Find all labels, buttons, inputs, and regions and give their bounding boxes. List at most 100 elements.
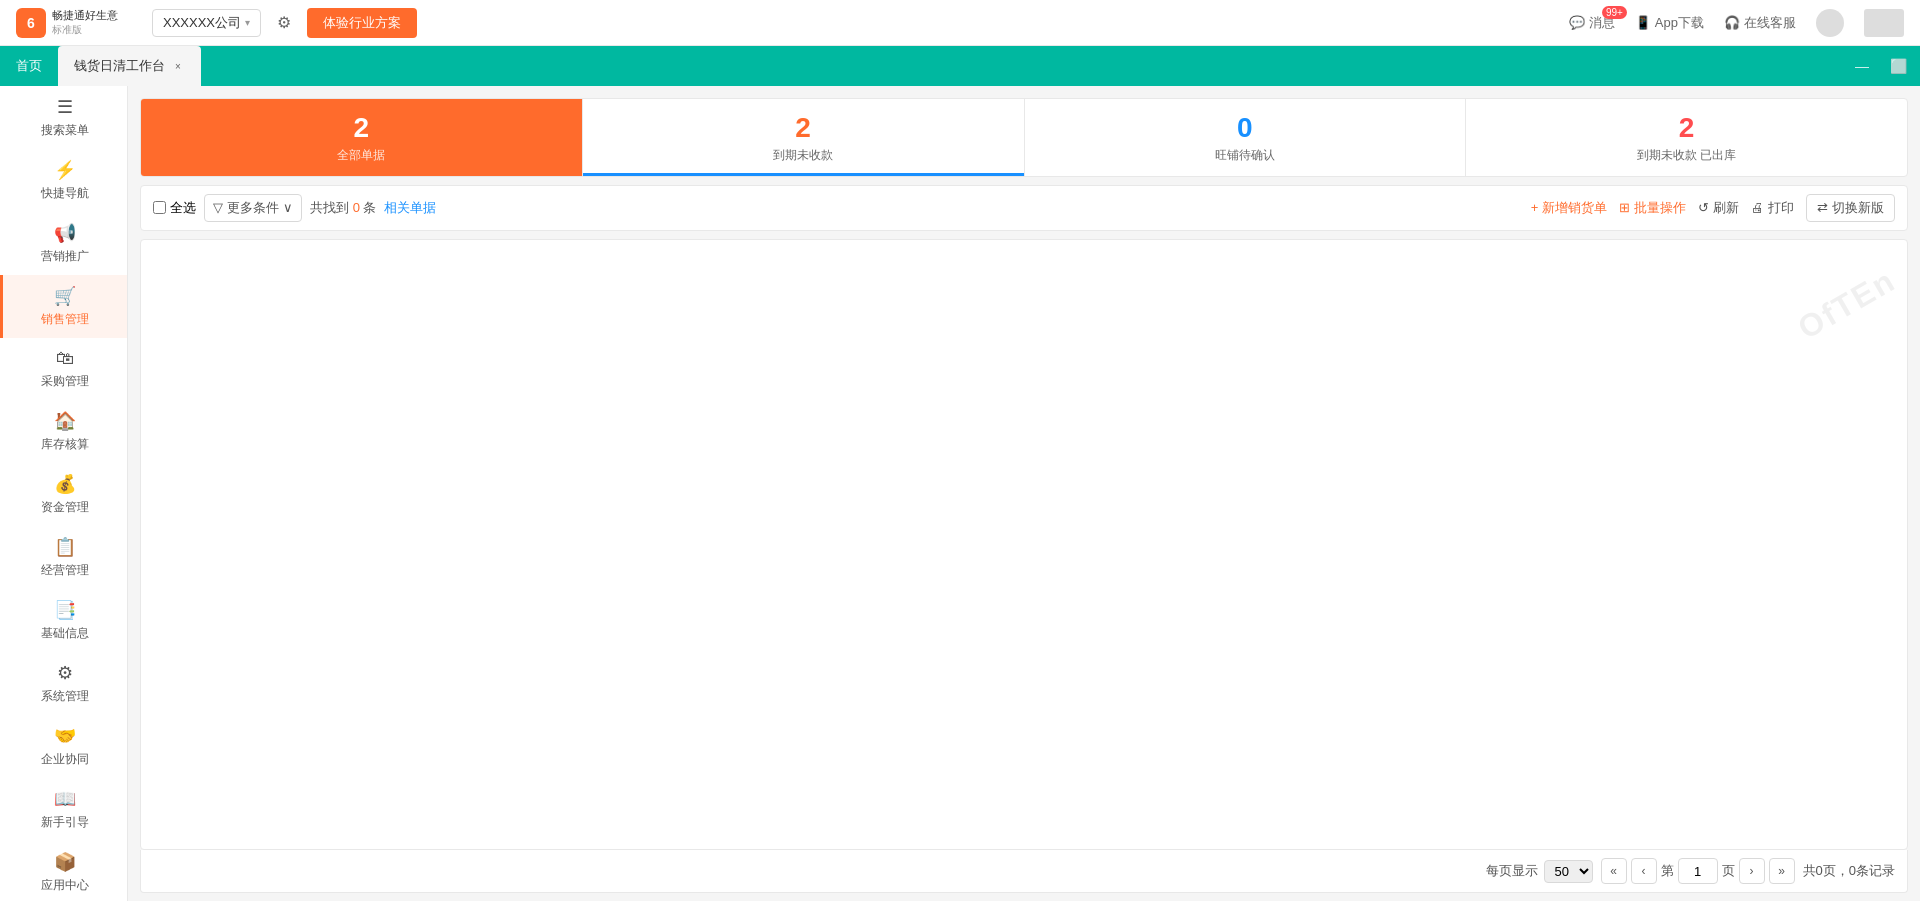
stat-label-overdue: 到期未收款: [773, 147, 833, 164]
stat-card-overdue[interactable]: 2 到期未收款: [583, 99, 1025, 176]
download-icon: 📱: [1635, 15, 1651, 30]
sidebar-item-system[interactable]: ⚙ 系统管理: [0, 652, 127, 715]
filter-icon: ▽: [213, 200, 223, 215]
sidebar-item-label: 基础信息: [41, 625, 89, 642]
app-center-icon: 📦: [54, 851, 76, 873]
sidebar-item-label: 销售管理: [41, 311, 89, 328]
sidebar: ☰ 搜索菜单 ⚡ 快捷导航 📢 营销推广 🛒 销售管理 🛍 采购管理 🏠 库存核…: [0, 86, 128, 901]
page-summary: 共0页，0条记录: [1803, 862, 1895, 880]
tab-home[interactable]: 首页: [0, 46, 58, 86]
sidebar-item-basic-info[interactable]: 📑 基础信息: [0, 589, 127, 652]
settings-button[interactable]: ⚙: [269, 8, 299, 38]
page-nav: « ‹ 第 页 › »: [1601, 858, 1795, 884]
stat-label-shipped: 到期未收款 已出库: [1637, 147, 1736, 164]
stats-row: 2 全部单据 2 到期未收款 0 旺铺待确认 2 到期未收款 已出库: [140, 98, 1908, 177]
basic-info-icon: 📑: [54, 599, 76, 621]
filter-arrow: ∨: [283, 200, 293, 215]
filter-label: 更多条件: [227, 199, 279, 217]
sidebar-item-label: 库存核算: [41, 436, 89, 453]
select-all-checkbox[interactable]: [153, 201, 166, 214]
dropdown-arrow: ▾: [245, 17, 250, 28]
batch-button[interactable]: ⊞ 批量操作: [1619, 199, 1686, 217]
sidebar-item-finance[interactable]: 💰 资金管理: [0, 463, 127, 526]
switch-version-button[interactable]: ⇄ 切换新版: [1806, 194, 1895, 222]
sidebar-item-label: 营销推广: [41, 248, 89, 265]
select-all-text: 全选: [170, 199, 196, 217]
per-page: 每页显示 50: [1486, 860, 1593, 883]
sidebar-item-search[interactable]: ☰ 搜索菜单: [0, 86, 127, 149]
operations-icon: 📋: [54, 536, 76, 558]
sidebar-item-purchase[interactable]: 🛍 采购管理: [0, 338, 127, 400]
new-sale-button[interactable]: + 新增销货单: [1531, 199, 1607, 217]
prev-page-button[interactable]: ‹: [1631, 858, 1657, 884]
per-page-label: 每页显示: [1486, 862, 1538, 880]
sidebar-item-operations[interactable]: 📋 经营管理: [0, 526, 127, 589]
sidebar-item-enterprise[interactable]: 🤝 企业协同: [0, 715, 127, 778]
last-page-button[interactable]: »: [1769, 858, 1795, 884]
trial-button[interactable]: 体验行业方案: [307, 8, 417, 38]
tab-indicator: [583, 173, 1024, 176]
nav-right-icons: — ⬜: [1848, 52, 1920, 80]
filter-button[interactable]: ▽ 更多条件 ∨: [204, 194, 302, 222]
select-all-label[interactable]: 全选: [153, 199, 196, 217]
sidebar-item-label: 采购管理: [41, 373, 89, 390]
sidebar-item-label: 资金管理: [41, 499, 89, 516]
inventory-icon: 🏠: [54, 410, 76, 432]
sidebar-item-label: 企业协同: [41, 751, 89, 768]
main-layout: ☰ 搜索菜单 ⚡ 快捷导航 📢 营销推广 🛒 销售管理 🛍 采购管理 🏠 库存核…: [0, 86, 1920, 901]
sidebar-item-quick-nav[interactable]: ⚡ 快捷导航: [0, 149, 127, 212]
sidebar-item-guide[interactable]: 📖 新手引导: [0, 778, 127, 841]
tab-close-button[interactable]: ×: [171, 59, 185, 73]
page-input[interactable]: [1678, 858, 1718, 884]
stat-card-all[interactable]: 2 全部单据: [141, 99, 583, 176]
finance-icon: 💰: [54, 473, 76, 495]
logo-icon: 6: [16, 8, 46, 38]
sidebar-item-label: 搜索菜单: [41, 122, 89, 139]
avatar[interactable]: [1816, 9, 1844, 37]
sidebar-item-label: 新手引导: [41, 814, 89, 831]
app-title: 畅捷通好生意: [52, 8, 118, 22]
stat-number-all: 2: [354, 111, 370, 145]
next-page-button[interactable]: ›: [1739, 858, 1765, 884]
tab-minimize-icon[interactable]: —: [1848, 52, 1876, 80]
tab-active[interactable]: 钱货日清工作台 ×: [58, 46, 201, 86]
tab-maximize-icon[interactable]: ⬜: [1884, 52, 1912, 80]
user-name-placeholder: [1864, 9, 1904, 37]
message-icon: 💬: [1569, 15, 1585, 30]
company-selector[interactable]: XXXXXX公司 ▾: [152, 9, 261, 37]
online-service-button[interactable]: 🎧 在线客服: [1724, 14, 1796, 32]
sidebar-item-label: 应用中心: [41, 877, 89, 894]
stat-number-wangpu: 0: [1237, 111, 1253, 145]
refresh-button[interactable]: ↺ 刷新: [1698, 199, 1739, 217]
first-page-button[interactable]: «: [1601, 858, 1627, 884]
stat-card-wangpu[interactable]: 0 旺铺待确认: [1025, 99, 1467, 176]
stat-card-shipped[interactable]: 2 到期未收款 已出库: [1466, 99, 1907, 176]
sidebar-item-marketing[interactable]: 📢 营销推广: [0, 212, 127, 275]
page-label: 第: [1661, 862, 1674, 880]
related-link[interactable]: 相关单据: [384, 199, 436, 217]
print-button[interactable]: 🖨 打印: [1751, 199, 1794, 217]
purchase-icon: 🛍: [56, 348, 74, 369]
sidebar-item-sales[interactable]: 🛒 销售管理: [0, 275, 127, 338]
top-bar: 6 畅捷通好生意 标准版 XXXXXX公司 ▾ ⚙ 体验行业方案 💬 消息 99…: [0, 0, 1920, 46]
service-icon: 🎧: [1724, 15, 1740, 30]
toolbar-left: 全选 ▽ 更多条件 ∨ 共找到 0 条 相关单据: [153, 194, 1523, 222]
sidebar-item-inventory[interactable]: 🏠 库存核算: [0, 400, 127, 463]
quick-nav-icon: ⚡: [54, 159, 76, 181]
refresh-icon: ↺: [1698, 200, 1709, 215]
table-area: [140, 239, 1908, 850]
switch-icon: ⇄: [1817, 200, 1828, 215]
pagination: 每页显示 50 « ‹ 第 页 › » 共0页，0条记录: [140, 850, 1908, 893]
logo-area: 6 畅捷通好生意 标准版: [16, 8, 144, 38]
marketing-icon: 📢: [54, 222, 76, 244]
message-button[interactable]: 💬 消息 99+: [1569, 14, 1615, 32]
stat-label-wangpu: 旺铺待确认: [1215, 147, 1275, 164]
content-area: OfTEn 2 全部单据 2 到期未收款 0 旺铺待确认 2 到期未收款 已出库: [128, 86, 1920, 901]
stat-number-overdue: 2: [795, 111, 811, 145]
sidebar-item-app-center[interactable]: 📦 应用中心: [0, 841, 127, 901]
app-download-button[interactable]: 📱 App下载: [1635, 14, 1704, 32]
online-service-label: 在线客服: [1744, 14, 1796, 32]
enterprise-icon: 🤝: [54, 725, 76, 747]
sidebar-item-label: 经营管理: [41, 562, 89, 579]
per-page-select[interactable]: 50: [1544, 860, 1593, 883]
